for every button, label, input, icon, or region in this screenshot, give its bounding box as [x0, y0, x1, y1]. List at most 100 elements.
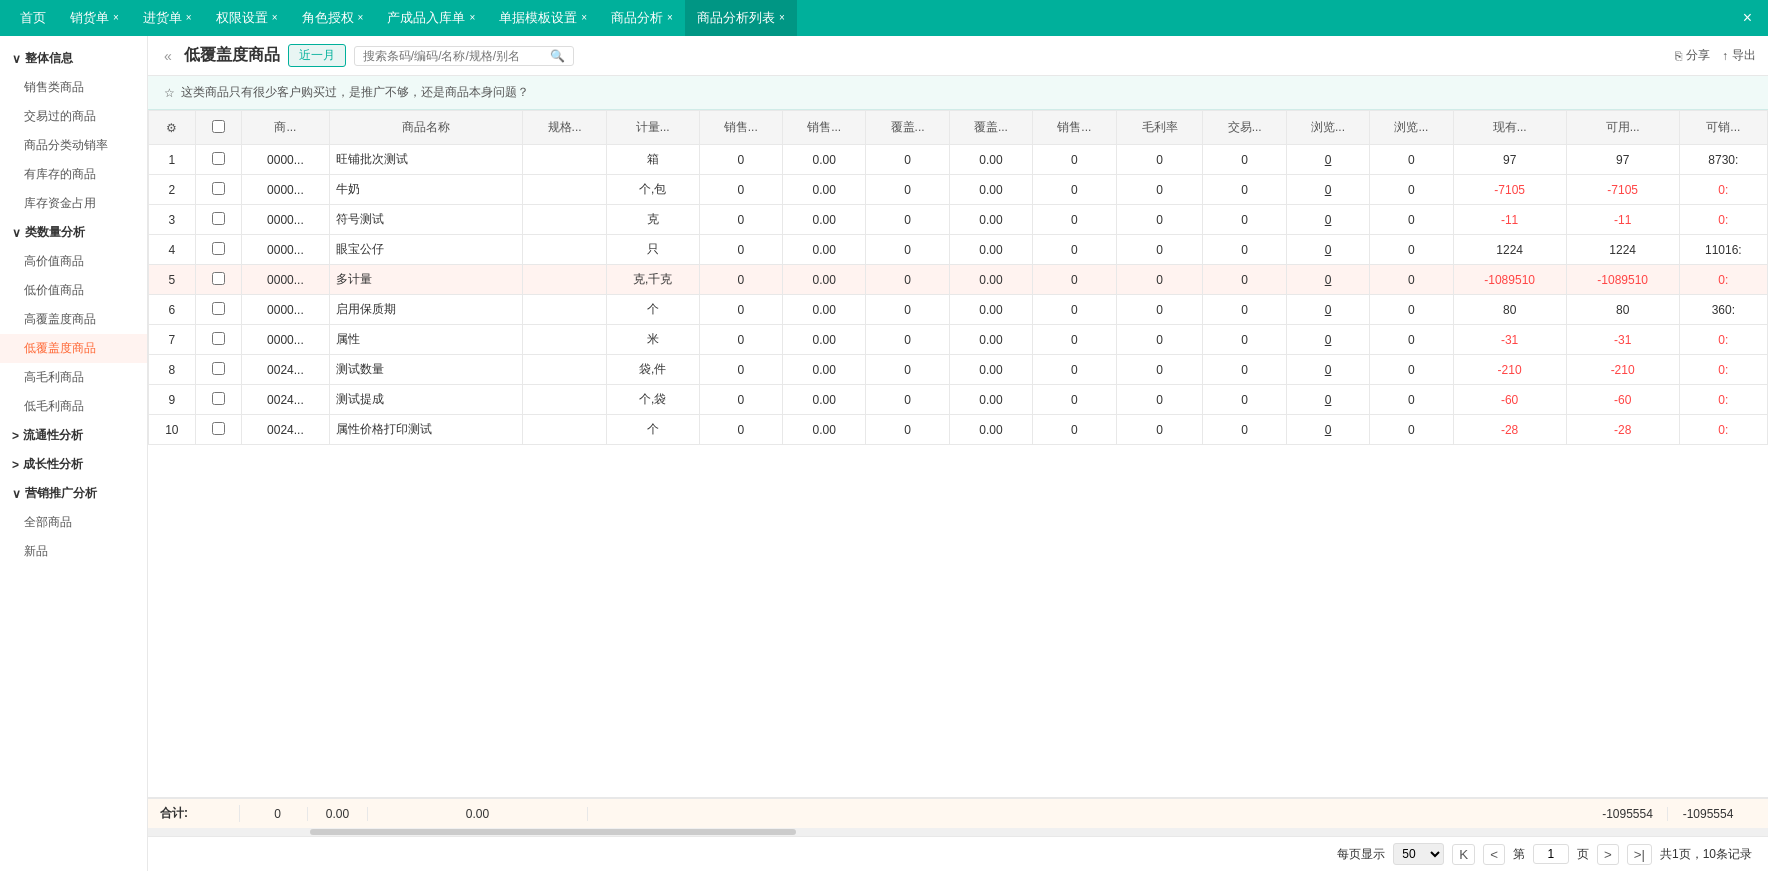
nav-purchase[interactable]: 进货单 ×	[131, 0, 204, 36]
sidebar-item-low-value[interactable]: 低价值商品	[0, 276, 147, 305]
sidebar-collapse-button[interactable]: «	[160, 46, 176, 66]
scrollbar-thumb[interactable]	[310, 829, 796, 835]
col-gross-margin[interactable]: 毛利率	[1116, 111, 1203, 145]
table-row[interactable]: 10 0024... 属性价格打印测试 个 0 0.00 0 0.00 0 0 …	[149, 415, 1768, 445]
col-coverage1[interactable]: 覆盖...	[866, 111, 949, 145]
sidebar-item-turnover-rate[interactable]: 商品分类动销率	[0, 131, 147, 160]
search-input[interactable]	[363, 49, 546, 63]
search-icon[interactable]: 🔍	[550, 49, 565, 63]
row-browse1[interactable]: 0	[1286, 265, 1369, 295]
table-row[interactable]: 1 0000... 旺铺批次测试 箱 0 0.00 0 0.00 0 0 0 0…	[149, 145, 1768, 175]
col-name[interactable]: 商品名称	[330, 111, 523, 145]
row-checkbox[interactable]	[195, 415, 241, 445]
window-close-button[interactable]: ×	[1735, 5, 1760, 31]
sidebar-group-marketing-analysis[interactable]: ∨ 营销推广分析	[0, 479, 147, 508]
row-name[interactable]: 符号测试	[330, 205, 523, 235]
table-row[interactable]: 3 0000... 符号测试 克 0 0.00 0 0.00 0 0 0 0 0…	[149, 205, 1768, 235]
page-input[interactable]	[1533, 844, 1569, 864]
row-checkbox[interactable]	[195, 385, 241, 415]
nav-permissions[interactable]: 权限设置 ×	[204, 0, 290, 36]
row-browse1[interactable]: 0	[1286, 175, 1369, 205]
row-checkbox[interactable]	[195, 205, 241, 235]
next-page-button[interactable]: >	[1597, 844, 1619, 865]
table-row[interactable]: 9 0024... 测试提成 个,袋 0 0.00 0 0.00 0 0 0 0…	[149, 385, 1768, 415]
sidebar-item-low-coverage[interactable]: 低覆盖度商品	[0, 334, 147, 363]
table-row[interactable]: 6 0000... 启用保质期 个 0 0.00 0 0.00 0 0 0 0 …	[149, 295, 1768, 325]
sidebar-item-in-stock[interactable]: 有库存的商品	[0, 160, 147, 189]
nav-roles[interactable]: 角色授权 ×	[290, 0, 376, 36]
nav-goods-analysis-list[interactable]: 商品分析列表 ×	[685, 0, 797, 36]
row-name[interactable]: 属性	[330, 325, 523, 355]
col-sales-amt[interactable]: 销售...	[782, 111, 865, 145]
sidebar-item-capital-occupation[interactable]: 库存资金占用	[0, 189, 147, 218]
row-browse1[interactable]: 0	[1286, 385, 1369, 415]
sidebar-item-new-goods[interactable]: 新品	[0, 537, 147, 566]
col-settings[interactable]: ⚙	[149, 111, 196, 145]
horizontal-scrollbar[interactable]	[148, 828, 1768, 836]
col-sales-qty[interactable]: 销售...	[699, 111, 782, 145]
table-row[interactable]: 5 0000... 多计量 克,千克 0 0.00 0 0.00 0 0 0 0…	[149, 265, 1768, 295]
col-unit[interactable]: 计量...	[606, 111, 699, 145]
row-checkbox[interactable]	[195, 295, 241, 325]
data-table-wrapper[interactable]: ⚙ 商... 商品名称 规格... 计量... 销售... 销售... 覆盖..…	[148, 110, 1768, 797]
export-button[interactable]: ↑ 导出	[1722, 47, 1756, 64]
row-browse1[interactable]: 0	[1286, 235, 1369, 265]
table-row[interactable]: 4 0000... 眼宝公仔 只 0 0.00 0 0.00 0 0 0 0 0…	[149, 235, 1768, 265]
sidebar-item-sales-goods[interactable]: 销售类商品	[0, 73, 147, 102]
col-available[interactable]: 可用...	[1566, 111, 1679, 145]
col-coverage2[interactable]: 覆盖...	[949, 111, 1032, 145]
share-button[interactable]: ⎘ 分享	[1675, 47, 1710, 64]
nav-goods-analysis[interactable]: 商品分析 ×	[599, 0, 685, 36]
sidebar-item-high-profit[interactable]: 高毛利商品	[0, 363, 147, 392]
col-current-stock[interactable]: 现有...	[1453, 111, 1566, 145]
row-browse1[interactable]: 0	[1286, 325, 1369, 355]
row-browse1[interactable]: 0	[1286, 145, 1369, 175]
col-code[interactable]: 商...	[241, 111, 329, 145]
first-page-button[interactable]: K	[1452, 844, 1475, 865]
col-trade[interactable]: 交易...	[1203, 111, 1286, 145]
nav-home[interactable]: 首页	[8, 0, 58, 36]
row-name[interactable]: 眼宝公仔	[330, 235, 523, 265]
row-checkbox[interactable]	[195, 235, 241, 265]
col-browse1[interactable]: 浏览...	[1286, 111, 1369, 145]
row-name[interactable]: 属性价格打印测试	[330, 415, 523, 445]
select-all-checkbox[interactable]	[212, 120, 225, 133]
row-browse1[interactable]: 0	[1286, 295, 1369, 325]
nav-template-settings[interactable]: 单据模板设置 ×	[487, 0, 599, 36]
sidebar-group-quantity-analysis[interactable]: ∨ 类数量分析	[0, 218, 147, 247]
row-checkbox[interactable]	[195, 265, 241, 295]
col-sellable[interactable]: 可销...	[1679, 111, 1767, 145]
col-sales-count[interactable]: 销售...	[1033, 111, 1116, 145]
row-name[interactable]: 旺铺批次测试	[330, 145, 523, 175]
sidebar-item-low-profit[interactable]: 低毛利商品	[0, 392, 147, 421]
sidebar-item-high-coverage[interactable]: 高覆盖度商品	[0, 305, 147, 334]
table-row[interactable]: 8 0024... 测试数量 袋,件 0 0.00 0 0.00 0 0 0 0…	[149, 355, 1768, 385]
row-checkbox[interactable]	[195, 175, 241, 205]
row-browse1[interactable]: 0	[1286, 205, 1369, 235]
row-browse1[interactable]: 0	[1286, 415, 1369, 445]
row-name[interactable]: 测试数量	[330, 355, 523, 385]
sidebar-group-growth-analysis[interactable]: > 成长性分析	[0, 450, 147, 479]
row-name[interactable]: 测试提成	[330, 385, 523, 415]
table-row[interactable]: 2 0000... 牛奶 个,包 0 0.00 0 0.00 0 0 0 0 0…	[149, 175, 1768, 205]
row-name[interactable]: 多计量	[330, 265, 523, 295]
row-checkbox[interactable]	[195, 355, 241, 385]
nav-sales[interactable]: 销货单 ×	[58, 0, 131, 36]
sidebar-item-high-value[interactable]: 高价值商品	[0, 247, 147, 276]
nav-product-storage[interactable]: 产成品入库单 ×	[375, 0, 487, 36]
prev-page-button[interactable]: <	[1483, 844, 1505, 865]
table-row[interactable]: 7 0000... 属性 米 0 0.00 0 0.00 0 0 0 0 0 -…	[149, 325, 1768, 355]
col-browse2[interactable]: 浏览...	[1370, 111, 1453, 145]
row-name[interactable]: 启用保质期	[330, 295, 523, 325]
per-page-select[interactable]: 50 20 100	[1393, 843, 1444, 865]
sidebar-group-overall[interactable]: ∨ 整体信息	[0, 44, 147, 73]
row-checkbox[interactable]	[195, 145, 241, 175]
filter-period-button[interactable]: 近一月	[288, 44, 346, 67]
row-checkbox[interactable]	[195, 325, 241, 355]
last-page-button[interactable]: >|	[1627, 844, 1652, 865]
col-checkbox[interactable]	[195, 111, 241, 145]
row-name[interactable]: 牛奶	[330, 175, 523, 205]
col-spec[interactable]: 规格...	[523, 111, 606, 145]
sidebar-item-all-goods[interactable]: 全部商品	[0, 508, 147, 537]
sidebar-group-flow-analysis[interactable]: > 流通性分析	[0, 421, 147, 450]
